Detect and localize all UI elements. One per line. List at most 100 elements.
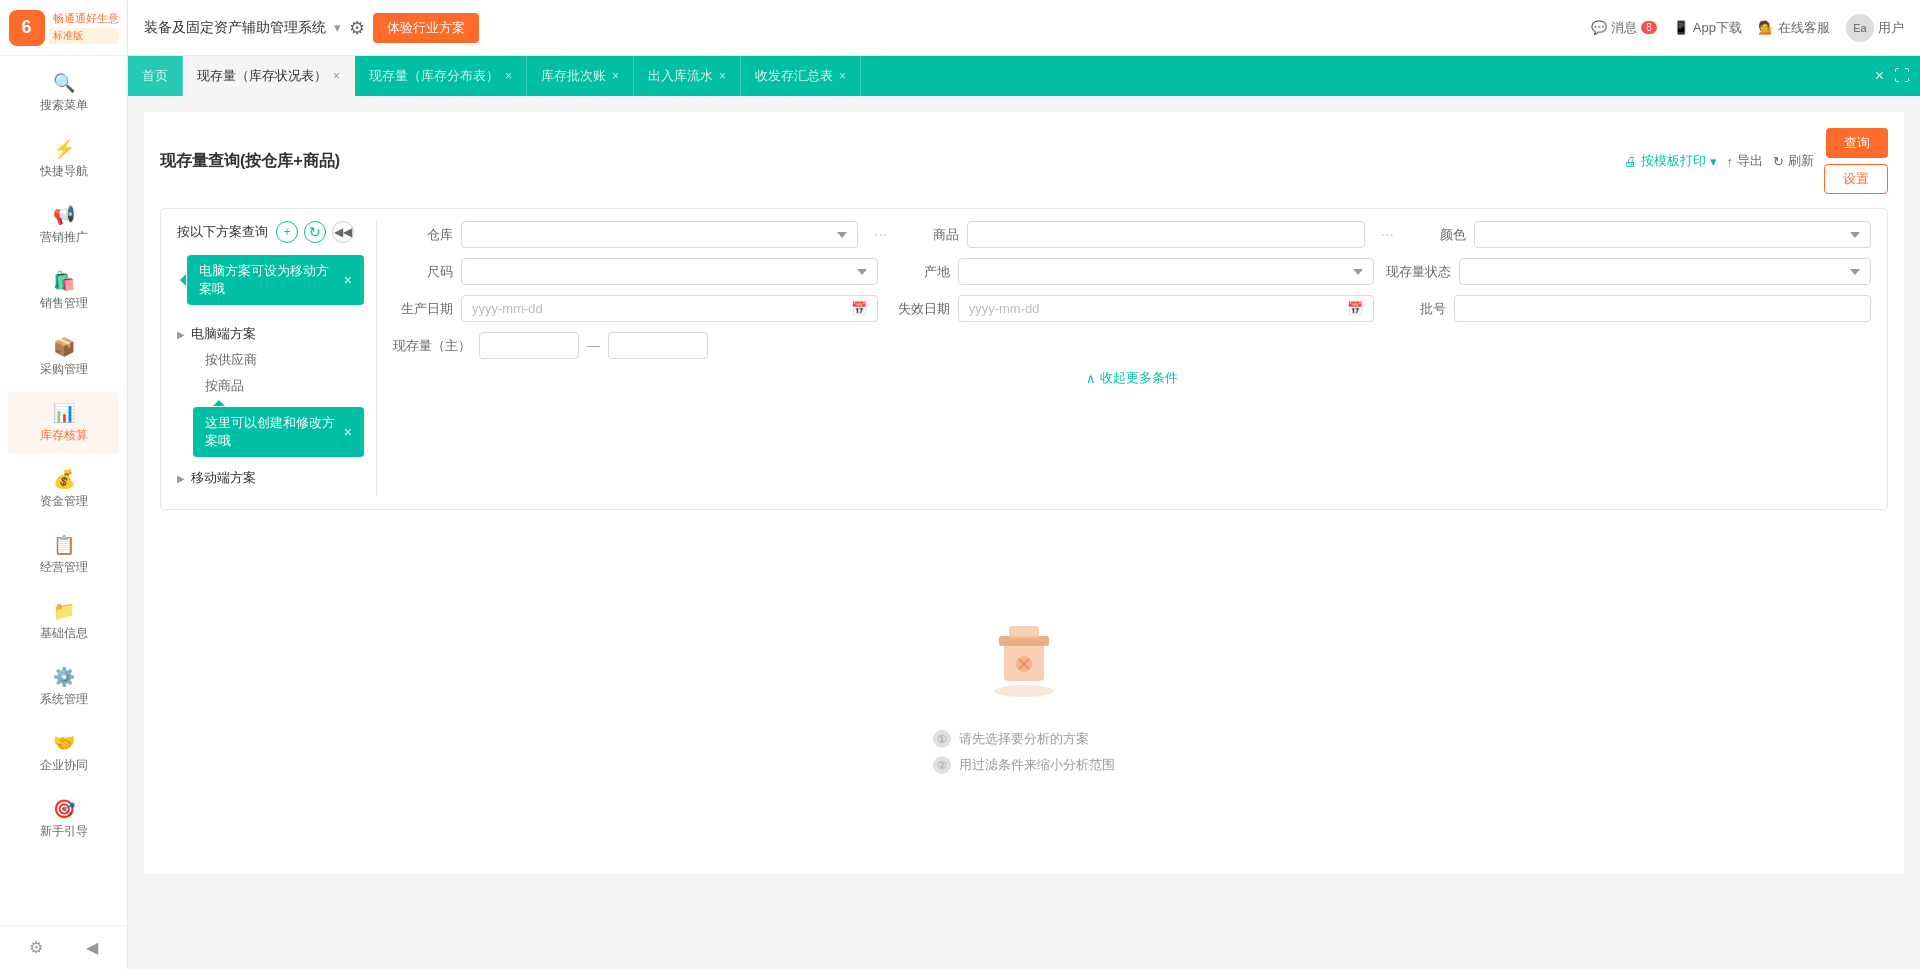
topbar-dropdown-icon[interactable]: ▾ bbox=[334, 20, 341, 35]
tab-close-receive-summary[interactable]: × bbox=[839, 69, 846, 83]
sidebar-settings-icon[interactable]: ⚙ bbox=[29, 938, 43, 957]
tooltip-2-close[interactable]: × bbox=[344, 424, 352, 440]
svg-point-0 bbox=[994, 685, 1054, 697]
finance-icon: 💰 bbox=[53, 468, 75, 490]
tab-receive-summary[interactable]: 收发存汇总表 × bbox=[741, 56, 861, 96]
dots-2-btn[interactable]: ··· bbox=[1381, 226, 1394, 244]
tab-inventory-status[interactable]: 现存量（库存状况表） × bbox=[183, 56, 355, 96]
scheme-item-supplier[interactable]: 按供应商 bbox=[177, 347, 364, 373]
tab-close-inventory-status[interactable]: × bbox=[333, 69, 340, 83]
scheme-item-goods[interactable]: 按商品 bbox=[177, 373, 364, 399]
inventory-status-select[interactable] bbox=[1459, 258, 1871, 285]
inventory-max-input[interactable] bbox=[608, 332, 708, 359]
sidebar-item-finance[interactable]: 💰 资金管理 bbox=[8, 458, 119, 520]
setting-btn[interactable]: 设置 bbox=[1824, 164, 1888, 194]
inventory-amount-label: 现存量（主） bbox=[393, 337, 471, 355]
warehouse-select[interactable] bbox=[461, 221, 858, 248]
produce-date-input[interactable]: yyyy-mm-dd 📅 bbox=[461, 295, 878, 322]
tab-close-batch-account[interactable]: × bbox=[612, 69, 619, 83]
sidebar-item-search-menu[interactable]: 🔍 搜索菜单 bbox=[8, 62, 119, 124]
scheme-list: ▶ 电脑端方案 按供应商 按商品 这里可以创建和修改方案哦 × bbox=[177, 321, 364, 491]
export-btn[interactable]: ↑ 导出 bbox=[1727, 152, 1764, 170]
origin-label: 产地 bbox=[890, 263, 950, 281]
refresh-scheme-btn[interactable]: ↻ bbox=[304, 221, 326, 243]
sidebar-item-purchase[interactable]: 📦 采购管理 bbox=[8, 326, 119, 388]
print-btn[interactable]: 🖨 按模板打印 ▾ bbox=[1624, 152, 1717, 170]
inventory-dash: — bbox=[587, 338, 600, 353]
refresh-btn[interactable]: ↻ 刷新 bbox=[1773, 152, 1814, 170]
calendar-icon-2: 📅 bbox=[1347, 301, 1363, 316]
inventory-min-input[interactable] bbox=[479, 332, 579, 359]
filter-row-3: 生产日期 yyyy-mm-dd 📅 失效日期 yyyy-mm-dd 📅 bbox=[393, 295, 1871, 322]
phone-icon: 📱 bbox=[1673, 20, 1689, 35]
refresh-icon: ↻ bbox=[1773, 154, 1784, 169]
online-service-btn[interactable]: 💁 在线客服 bbox=[1758, 19, 1830, 37]
goods-input[interactable] bbox=[967, 221, 1364, 248]
user-avatar-text: Ea bbox=[1853, 22, 1866, 34]
message-icon: 💬 bbox=[1591, 20, 1607, 35]
sidebar-item-system[interactable]: ⚙️ 系统管理 bbox=[8, 656, 119, 718]
tab-inventory-dist[interactable]: 现存量（库存分布表） × bbox=[355, 56, 527, 96]
app-download-btn[interactable]: 📱 App下载 bbox=[1673, 19, 1742, 37]
origin-select[interactable] bbox=[958, 258, 1375, 285]
collapse-more-btn[interactable]: ∧ 收起更多条件 bbox=[393, 369, 1871, 387]
message-btn[interactable]: 💬 消息 8 bbox=[1591, 19, 1657, 37]
message-badge: 8 bbox=[1641, 21, 1657, 34]
sidebar-item-marketing[interactable]: 📢 营销推广 bbox=[8, 194, 119, 256]
dots-1-btn[interactable]: ··· bbox=[874, 226, 887, 244]
batch-no-input[interactable] bbox=[1454, 295, 1871, 322]
sidebar-item-quick-nav[interactable]: ⚡ 快捷导航 bbox=[8, 128, 119, 190]
warehouse-field: 仓库 bbox=[393, 221, 858, 248]
scheme-group-mobile-header[interactable]: ▶ 移动端方案 bbox=[177, 465, 364, 491]
topbar-gear-icon[interactable]: ⚙ bbox=[349, 17, 365, 39]
sidebar-item-label: 搜索菜单 bbox=[40, 97, 88, 114]
chevron-up-icon: ∧ bbox=[1086, 371, 1096, 386]
app-download-label: App下载 bbox=[1693, 19, 1742, 37]
color-select[interactable] bbox=[1474, 221, 1871, 248]
sidebar-item-label: 企业协同 bbox=[40, 757, 88, 774]
sidebar-item-sales[interactable]: 🛍️ 销售管理 bbox=[8, 260, 119, 322]
sidebar-item-label: 系统管理 bbox=[40, 691, 88, 708]
tab-close-inout-flow[interactable]: × bbox=[719, 69, 726, 83]
tab-home[interactable]: 首页 bbox=[128, 56, 183, 96]
inventory-range: — bbox=[479, 332, 708, 359]
collapse-more-label: 收起更多条件 bbox=[1100, 369, 1178, 387]
sidebar-collapse-icon[interactable]: ◀ bbox=[86, 938, 98, 957]
industry-btn[interactable]: 体验行业方案 bbox=[373, 13, 479, 43]
topbar-left: 装备及固定资产辅助管理系统 ▾ ⚙ 体验行业方案 bbox=[144, 13, 479, 43]
content-card: 现存量查询(按仓库+商品) 🖨 按模板打印 ▾ ↑ 导出 ↻ 刷新 查询 设置 bbox=[144, 112, 1904, 874]
tab-batch-account[interactable]: 库存批次账 × bbox=[527, 56, 634, 96]
logo-title: 畅通通好生意 bbox=[53, 11, 119, 25]
tab-inout-flow[interactable]: 出入库流水 × bbox=[634, 56, 741, 96]
add-scheme-btn[interactable]: + bbox=[276, 221, 298, 243]
tab-close-all-icon[interactable]: × bbox=[1875, 67, 1884, 85]
svg-rect-3 bbox=[1009, 626, 1039, 638]
logo-icon: 6 bbox=[9, 10, 45, 46]
topbar: 装备及固定资产辅助管理系统 ▾ ⚙ 体验行业方案 💬 消息 8 📱 App下载 … bbox=[128, 0, 1920, 56]
tab-fullscreen-icon[interactable]: ⛶ bbox=[1894, 67, 1910, 85]
export-icon: ↑ bbox=[1727, 154, 1734, 169]
tooltip-1-close[interactable]: × bbox=[344, 272, 352, 288]
expire-date-input[interactable]: yyyy-mm-dd 📅 bbox=[958, 295, 1375, 322]
empty-icon bbox=[974, 606, 1074, 706]
sidebar-item-label: 经营管理 bbox=[40, 559, 88, 576]
sidebar-item-inventory[interactable]: 📊 库存核算 bbox=[8, 392, 119, 454]
size-select[interactable] bbox=[461, 258, 878, 285]
sidebar-item-guide[interactable]: 🎯 新手引导 bbox=[8, 788, 119, 850]
sidebar-item-operation[interactable]: 📋 经营管理 bbox=[8, 524, 119, 586]
back-scheme-btn[interactable]: ◀◀ bbox=[332, 221, 354, 243]
goods-field: 商品 bbox=[899, 221, 1364, 248]
tab-inventory-dist-label: 现存量（库存分布表） bbox=[369, 67, 499, 85]
tab-close-inventory-dist[interactable]: × bbox=[505, 69, 512, 83]
sidebar-item-label: 销售管理 bbox=[40, 295, 88, 312]
quick-nav-icon: ⚡ bbox=[53, 138, 75, 160]
scheme-group-mobile: ▶ 移动端方案 bbox=[177, 465, 364, 491]
sidebar-item-basic-info[interactable]: 📁 基础信息 bbox=[8, 590, 119, 652]
online-service-label: 在线客服 bbox=[1778, 19, 1830, 37]
empty-state: ① 请先选择要分析的方案 ② 用过滤条件来缩小分析范围 bbox=[160, 526, 1888, 858]
search-main-btn[interactable]: 查询 bbox=[1826, 128, 1888, 158]
sidebar-item-enterprise[interactable]: 🤝 企业协同 bbox=[8, 722, 119, 784]
filter-row-4: 现存量（主） — bbox=[393, 332, 1871, 359]
scheme-group-pc-header[interactable]: ▶ 电脑端方案 bbox=[177, 321, 364, 347]
user-btn[interactable]: Ea 用户 bbox=[1846, 14, 1904, 42]
